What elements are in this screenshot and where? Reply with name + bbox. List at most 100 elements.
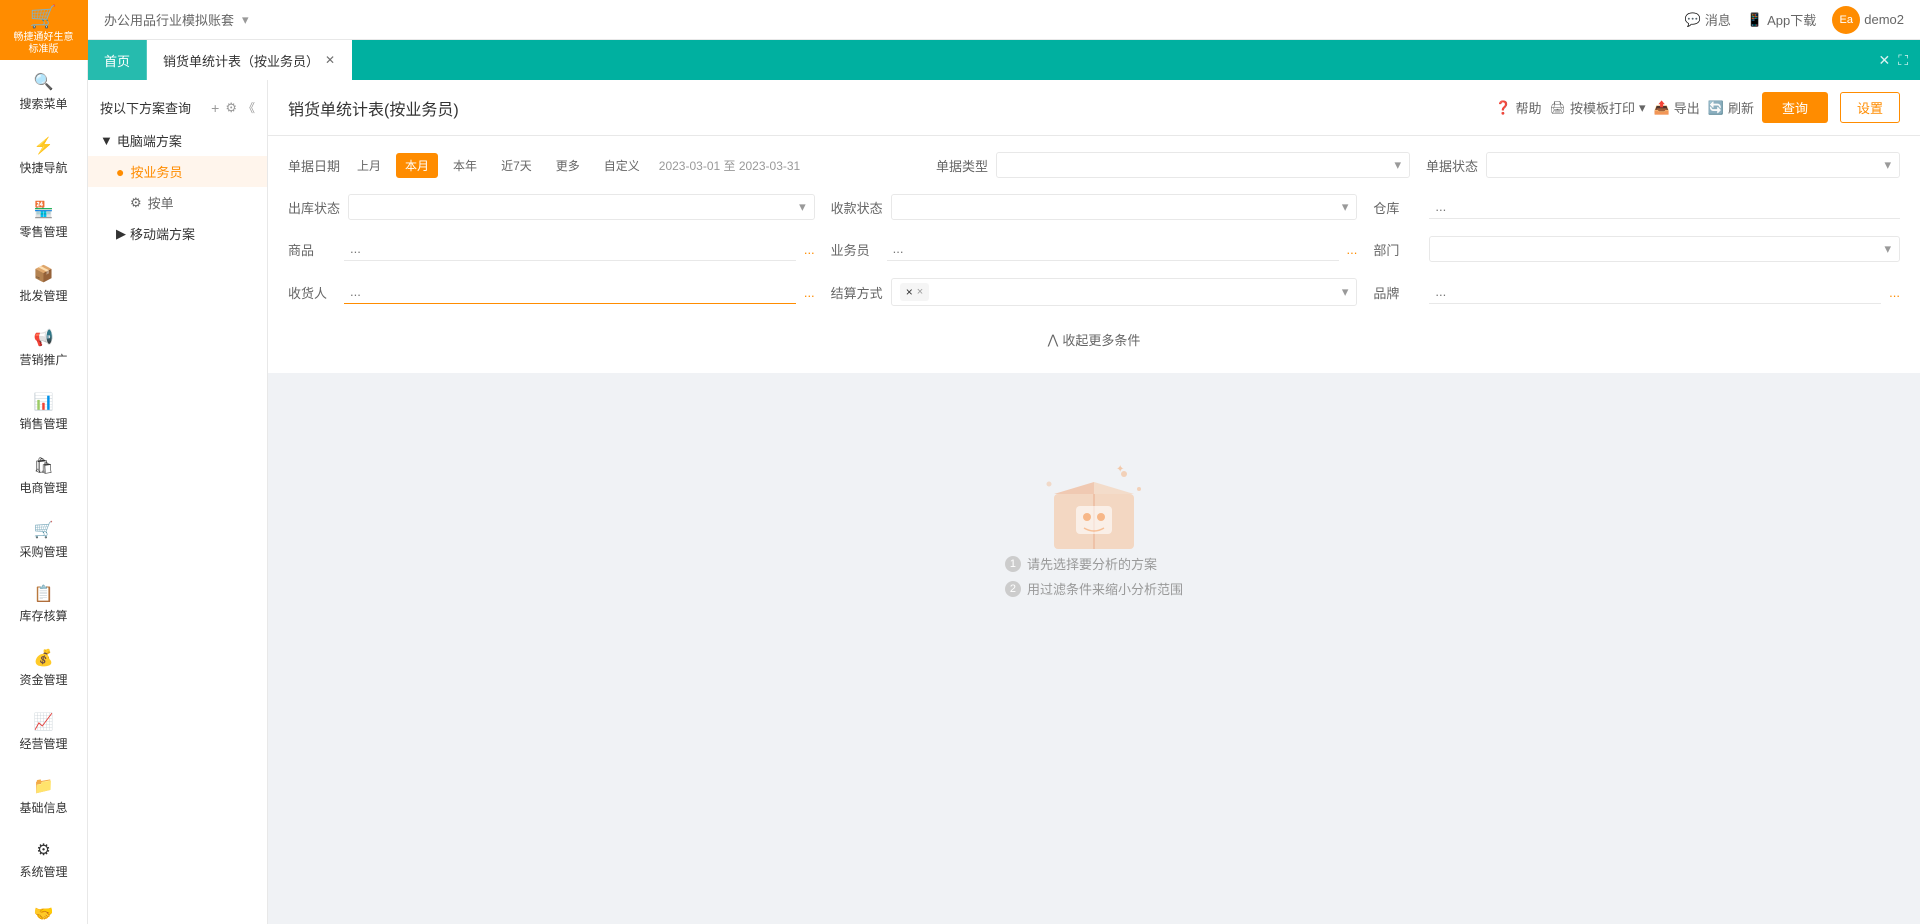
tree-item-by-staff[interactable]: ● 按业务员 — [88, 156, 267, 187]
date-filter-options: 上月 本月 本年 近7天 更多 自定义 2023-03-01 至 2023-03… — [348, 153, 800, 178]
coop-icon: 🤝 — [34, 904, 54, 924]
close-tab-btn[interactable]: ✕ — [1878, 52, 1890, 69]
main-area: 办公用品行业模拟账套 ▾ 💬 消息 📱 App下载 Ea demo2 首页 — [88, 0, 1920, 924]
left-panel-header: 按以下方案查询 + ⚙ 《 — [88, 90, 267, 125]
tree-mobile-group: ▶ 移动端方案 — [88, 218, 267, 249]
page-title: 销货单统计表(按业务员) — [288, 96, 459, 120]
settle-dropdown-icon: ▾ — [1342, 284, 1349, 300]
sidebar-menu: 🔍 搜索菜单 ⚡ 快捷导航 🏪 零售管理 📦 批发管理 📢 营销推广 📊 销售管… — [0, 60, 87, 924]
operation-icon: 📈 — [34, 712, 54, 732]
download-icon: 📱 — [1747, 12, 1763, 28]
pay-status-select[interactable]: ▾ — [891, 194, 1358, 220]
filter-warehouse: 仓库 — [1373, 195, 1900, 219]
staff-more-btn[interactable]: ... — [1347, 242, 1358, 257]
export-icon: 📤 — [1654, 100, 1670, 116]
collapse-panel-btn[interactable]: 《 — [243, 99, 255, 116]
user-profile[interactable]: Ea demo2 — [1832, 6, 1904, 34]
expand-btn[interactable]: ⛶ — [1898, 52, 1908, 69]
sidebar-item-basic[interactable]: 📁 基础信息 — [0, 764, 87, 828]
add-scheme-btn[interactable]: + — [211, 100, 219, 116]
export-btn[interactable]: 📤 导出 — [1654, 98, 1700, 117]
set-button[interactable]: 设置 — [1840, 92, 1900, 123]
tree-item-by-order[interactable]: ⚙ 按单 — [88, 187, 267, 218]
print-btn[interactable]: 🖨 按模板打印 ▾ — [1550, 98, 1646, 117]
settings-scheme-btn[interactable]: ⚙ — [225, 100, 237, 116]
sidebar-item-finance[interactable]: 💰 资金管理 — [0, 636, 87, 700]
message-btn[interactable]: 💬 消息 — [1685, 10, 1731, 29]
sidebar-item-label-purchase: 采购管理 — [19, 543, 67, 560]
page-header: 销货单统计表(按业务员) ❓ 帮助 🖨 按模板打印 ▾ 📤 导出 — [268, 80, 1920, 136]
topbar-dropdown-icon[interactable]: ▾ — [242, 12, 249, 28]
settle-tag-x: × × — [900, 283, 929, 301]
empty-svg: ✦ — [1034, 454, 1154, 554]
sidebar-item-label-retail: 零售管理 — [19, 223, 67, 240]
collapse-btn[interactable]: ⋀ 收起更多条件 — [288, 322, 1900, 357]
left-panel-title: 按以下方案查询 — [100, 98, 191, 117]
sidebar-item-label-inventory: 库存核算 — [19, 607, 67, 624]
tab-sales-stat-label: 销货单统计表（按业务员） — [163, 51, 319, 70]
doc-status-select[interactable]: ▾ — [1486, 152, 1900, 178]
tabbar: 首页 销货单统计表（按业务员） ✕ ✕ ⛶ — [88, 40, 1920, 80]
query-button[interactable]: 查询 — [1762, 92, 1828, 123]
sidebar-item-operation[interactable]: 📈 经营管理 — [0, 700, 87, 764]
sidebar-item-search[interactable]: 🔍 搜索菜单 — [0, 60, 87, 124]
sidebar-item-ecom[interactable]: 🛍 电商管理 — [0, 444, 87, 508]
left-panel-actions: + ⚙ 《 — [211, 99, 255, 116]
sidebar-item-coop[interactable]: 🤝 企业协同 — [0, 892, 87, 924]
date-range-text: 2023-03-01 至 2023-03-31 — [659, 157, 800, 174]
sidebar-item-system[interactable]: ⚙ 系统管理 — [0, 828, 87, 892]
goods-more-btn[interactable]: ... — [804, 242, 815, 257]
settle-tag-close[interactable]: × — [917, 286, 923, 298]
date-prev-month-btn[interactable]: 上月 — [348, 153, 390, 178]
right-content: 销货单统计表(按业务员) ❓ 帮助 🖨 按模板打印 ▾ 📤 导出 — [268, 80, 1920, 924]
filter-row-3: 商品 ... 业务员 ... 部门 ▾ — [288, 236, 1900, 262]
date-this-month-btn[interactable]: 本月 — [396, 153, 438, 178]
sidebar-item-quick-nav[interactable]: ⚡ 快捷导航 — [0, 124, 87, 188]
sidebar-item-purchase[interactable]: 🛒 采购管理 — [0, 508, 87, 572]
sidebar-item-sales[interactable]: 📊 销售管理 — [0, 380, 87, 444]
order-icon: ⚙ — [130, 195, 142, 211]
dept-select[interactable]: ▾ — [1429, 236, 1900, 262]
filter-pay-status: 收款状态 ▾ — [831, 194, 1358, 220]
date-custom-btn[interactable]: 自定义 — [595, 153, 649, 178]
sidebar-item-inventory[interactable]: 📋 库存核算 — [0, 572, 87, 636]
logo: 🛒 畅捷通好生意 标准版 — [0, 0, 88, 60]
brand-more-btn[interactable]: ... — [1889, 285, 1900, 300]
filter-doc-status: 单据状态 ▾ — [1426, 152, 1900, 178]
topbar: 办公用品行业模拟账套 ▾ 💬 消息 📱 App下载 Ea demo2 — [88, 0, 1920, 40]
finance-icon: 💰 — [34, 648, 54, 668]
date-last7-btn[interactable]: 近7天 — [492, 153, 541, 178]
staff-input[interactable] — [887, 237, 1339, 261]
sidebar-item-marketing[interactable]: 📢 营销推广 — [0, 316, 87, 380]
tab-home[interactable]: 首页 — [88, 40, 147, 80]
refresh-btn[interactable]: 🔄 刷新 — [1708, 98, 1754, 117]
tab-close-icon[interactable]: ✕ — [325, 53, 335, 67]
settle-tag: × × — [900, 283, 929, 301]
app-download-btn[interactable]: 📱 App下载 — [1747, 10, 1816, 29]
filter-doc-type: 单据类型 ▾ — [936, 152, 1410, 178]
consignee-more-btn[interactable]: ... — [804, 285, 815, 300]
purchase-icon: 🛒 — [34, 520, 54, 540]
doc-type-select[interactable]: ▾ — [996, 152, 1410, 178]
sidebar-item-label-wholesale: 批发管理 — [19, 287, 67, 304]
date-this-year-btn[interactable]: 本年 — [444, 153, 486, 178]
help-btn[interactable]: ❓ 帮助 — [1495, 98, 1541, 117]
tree-desktop-header[interactable]: ▼ 电脑端方案 — [88, 125, 267, 156]
warehouse-input[interactable] — [1429, 195, 1900, 219]
settle-select[interactable]: × × ▾ — [891, 278, 1358, 306]
tree-mobile-header[interactable]: ▶ 移动端方案 — [88, 218, 267, 249]
goods-input[interactable] — [344, 237, 796, 261]
sidebar-item-label-finance: 资金管理 — [19, 671, 67, 688]
search-icon: 🔍 — [34, 72, 54, 92]
consignee-input[interactable] — [344, 280, 796, 304]
warehouse-label: 仓库 — [1373, 198, 1421, 217]
hint-num-1: 1 — [1005, 556, 1021, 572]
brand-input[interactable] — [1429, 280, 1881, 304]
filter-brand: 品牌 ... — [1373, 280, 1900, 304]
date-more-btn[interactable]: 更多 — [547, 153, 589, 178]
tab-sales-stat[interactable]: 销货单统计表（按业务员） ✕ — [147, 40, 352, 80]
out-status-select[interactable]: ▾ — [348, 194, 815, 220]
sidebar-item-wholesale[interactable]: 📦 批发管理 — [0, 252, 87, 316]
sidebar-item-retail[interactable]: 🏪 零售管理 — [0, 188, 87, 252]
pay-status-label: 收款状态 — [831, 198, 883, 217]
